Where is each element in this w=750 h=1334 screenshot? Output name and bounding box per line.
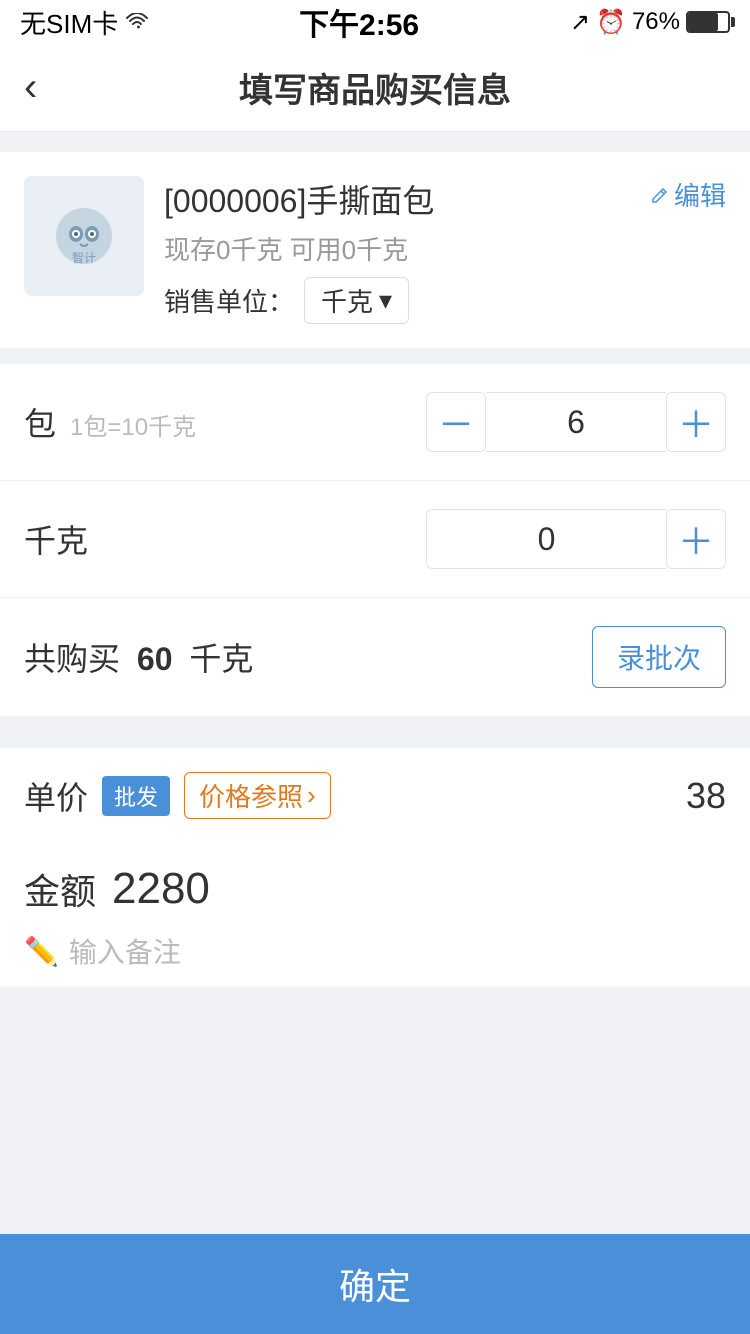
remark-placeholder: 输入备注 — [69, 931, 181, 971]
bao-quantity-input[interactable] — [486, 392, 666, 452]
quantity-section: 包 1包=10千克 － ＋ 千克 ＋ — [0, 364, 750, 598]
status-time: 下午2:56 — [299, 0, 419, 44]
price-label: 单价 — [24, 773, 88, 819]
bao-quantity-row: 包 1包=10千克 － ＋ — [0, 364, 750, 481]
page-title: 填写商品购买信息 — [239, 63, 511, 112]
total-label: 共购买 60 千克 — [24, 634, 253, 680]
bao-minus-button[interactable]: － — [426, 392, 486, 452]
divider-2 — [0, 716, 750, 732]
product-name-row: [0000006]手撕面包 编辑 — [164, 176, 726, 222]
battery-icon — [686, 11, 730, 33]
unit-label: 销售单位： — [164, 282, 294, 319]
wifi-icon — [126, 7, 148, 38]
amount-row: 金额 2280 — [24, 863, 726, 915]
kg-quantity-control: ＋ — [426, 509, 726, 569]
kg-quantity-input[interactable] — [426, 509, 666, 569]
price-row: 单价 批发 价格参照 › 38 — [0, 748, 750, 835]
bao-hint: 1包=10千克 — [70, 407, 196, 442]
svg-text:智计: 智计 — [72, 250, 96, 265]
product-unit-row: 销售单位： 千克 ▾ — [164, 277, 726, 324]
back-button[interactable]: ‹ — [24, 65, 37, 110]
kg-label: 千克 — [24, 516, 88, 562]
total-qty: 60 — [137, 641, 173, 677]
total-row: 共购买 60 千克 录批次 — [0, 598, 750, 716]
nav-bar: ‹ 填写商品购买信息 — [0, 44, 750, 132]
price-ref-button[interactable]: 价格参照 › — [184, 772, 331, 819]
amount-value: 2280 — [112, 864, 210, 914]
product-info: [0000006]手撕面包 编辑 现存0千克 可用0千克 销售单位： 千克 ▾ — [164, 176, 726, 324]
carrier-text: 无SIM卡 — [20, 4, 118, 41]
confirm-button[interactable]: 确定 — [0, 1234, 750, 1334]
product-image: 智计 — [24, 176, 144, 296]
remark-row[interactable]: ✏️ 输入备注 — [24, 931, 726, 971]
kg-plus-button[interactable]: ＋ — [666, 509, 726, 569]
chevron-down-icon: ▾ — [379, 285, 392, 316]
divider-1 — [0, 348, 750, 364]
chevron-right-icon: › — [307, 780, 316, 811]
bao-label: 包 1包=10千克 — [24, 399, 196, 445]
price-tag: 批发 — [102, 776, 170, 816]
edit-button[interactable]: 编辑 — [650, 176, 726, 213]
amount-label: 金额 — [24, 863, 96, 915]
record-batch-button[interactable]: 录批次 — [592, 626, 726, 688]
unit-select[interactable]: 千克 ▾ — [304, 277, 409, 324]
status-left: 无SIM卡 — [20, 4, 148, 41]
pencil-icon: ✏️ — [24, 935, 59, 968]
product-name: [0000006]手撕面包 — [164, 176, 434, 222]
product-card: 智计 [0000006]手撕面包 编辑 现存0千克 可用0千克 销售单位： 千克 — [0, 152, 750, 348]
product-stock: 现存0千克 可用0千克 — [164, 230, 726, 267]
status-right: ↗ ⏰ 76% — [570, 8, 730, 37]
kg-quantity-row: 千克 ＋ — [0, 481, 750, 598]
status-bar: 无SIM卡 下午2:56 ↗ ⏰ 76% — [0, 0, 750, 44]
price-section: 单价 批发 价格参照 › 38 — [0, 748, 750, 835]
location-icon: ↗ — [570, 8, 590, 37]
bao-plus-button[interactable]: ＋ — [666, 392, 726, 452]
battery-pct: 76% — [632, 8, 680, 36]
content-area: 智计 [0000006]手撕面包 编辑 现存0千克 可用0千克 销售单位： 千克 — [0, 152, 750, 1107]
price-value: 38 — [686, 775, 726, 817]
amount-section: 金额 2280 ✏️ 输入备注 — [0, 835, 750, 987]
bao-quantity-control: － ＋ — [426, 392, 726, 452]
alarm-icon: ⏰ — [596, 8, 626, 37]
